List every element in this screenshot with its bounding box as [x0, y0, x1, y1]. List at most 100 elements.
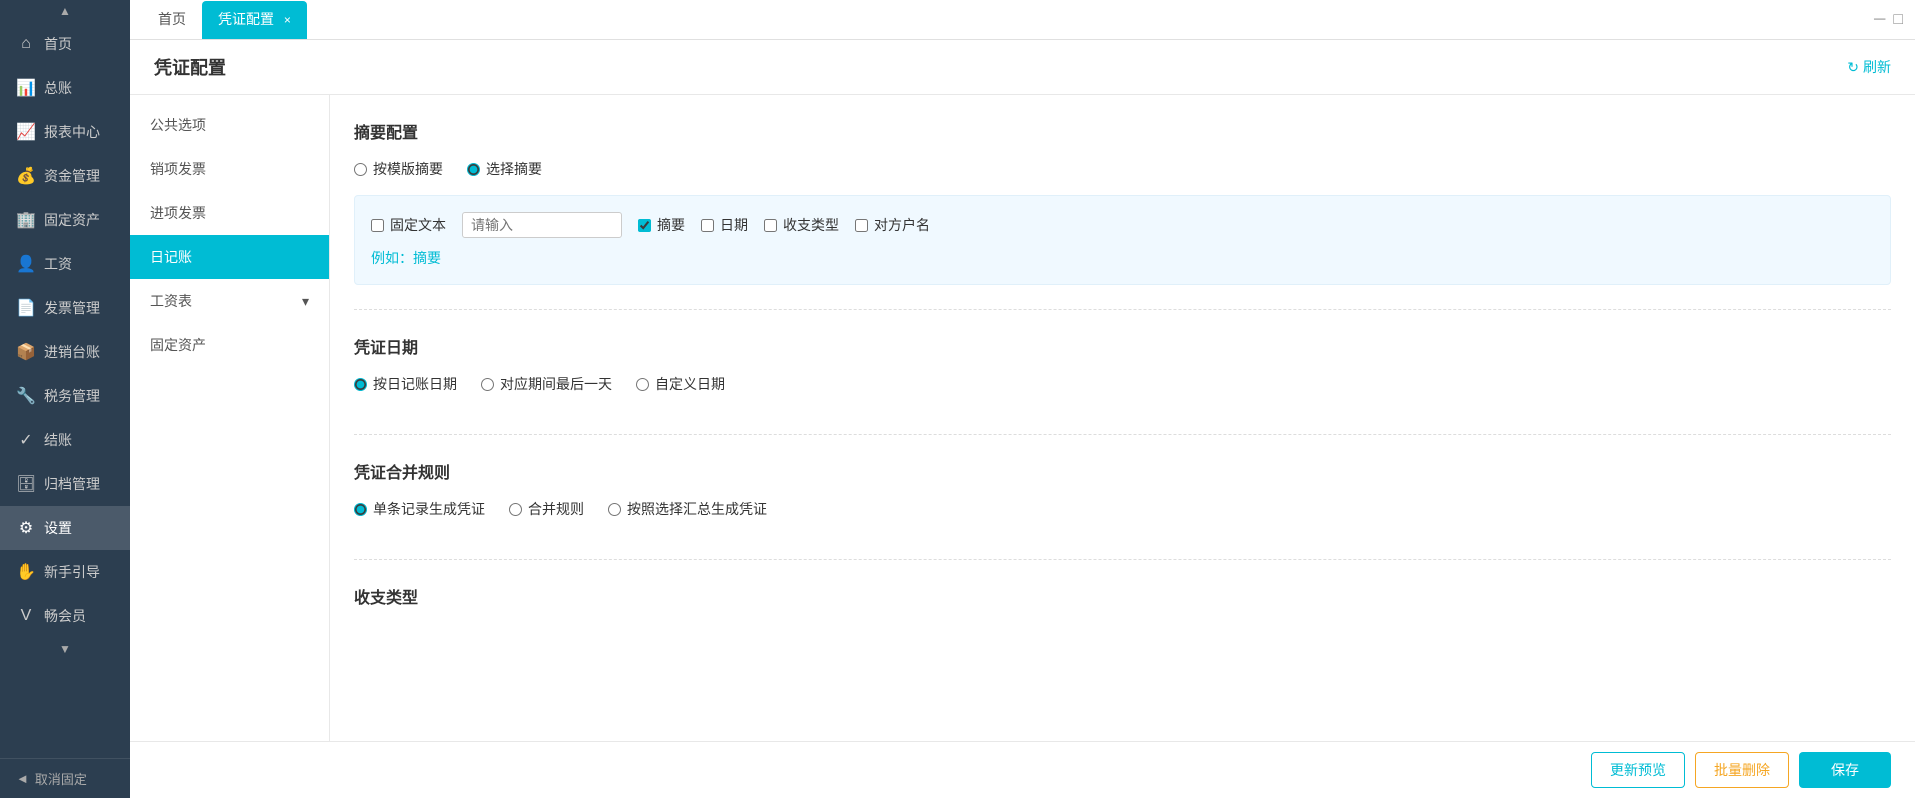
batch-delete-button[interactable]: 批量删除 — [1695, 752, 1789, 788]
chevron-down-icon: ▾ — [302, 293, 309, 310]
left-nav-public[interactable]: 公共选项 — [130, 103, 329, 147]
main-layout: 公共选项 销项发票 进项发票 日记账 工资表 ▾ 固定资产 — [130, 95, 1915, 741]
refresh-button[interactable]: ↻ 刷新 — [1847, 57, 1891, 77]
merge-rules-title: 凭证合并规则 — [354, 459, 1891, 483]
report-icon: 📈 — [16, 122, 36, 142]
close-accounts-icon: ✓ — [16, 430, 36, 450]
left-nav-payroll-table[interactable]: 工资表 ▾ — [130, 279, 329, 323]
voucher-date-title: 凭证日期 — [354, 334, 1891, 358]
guide-icon: ✋ — [16, 562, 36, 582]
window-restore-icon[interactable]: □ — [1893, 11, 1903, 29]
summary-select-radio[interactable] — [467, 163, 480, 176]
left-nav: 公共选项 销项发票 进项发票 日记账 工资表 ▾ 固定资产 — [130, 95, 330, 741]
summary-select-option[interactable]: 选择摘要 — [467, 159, 542, 179]
fixed-text-checkbox[interactable] — [371, 219, 384, 232]
settings-icon: ⚙ — [16, 518, 36, 538]
page-title: 凭证配置 — [154, 54, 226, 80]
summary-section-title: 摘要配置 — [354, 119, 1891, 143]
merge-rule-radio[interactable] — [509, 503, 522, 516]
sidebar-item-settings[interactable]: ⚙ 设置 — [0, 506, 130, 550]
sidebar-item-guide[interactable]: ✋ 新手引导 — [0, 550, 130, 594]
pin-icon: ◄ — [16, 771, 29, 786]
income-type-title: 收支类型 — [354, 584, 1891, 608]
sidebar-item-purchase[interactable]: 📦 进销台账 — [0, 330, 130, 374]
summary-example: 例如：摘要 — [371, 248, 1874, 268]
merge-rules-radio-group: 单条记录生成凭证 合并规则 按照选择汇总生成凭证 — [354, 499, 1891, 519]
summary-config-box: 固定文本 摘要 日期 — [354, 195, 1891, 285]
sidebar-item-fund[interactable]: 💰 资金管理 — [0, 154, 130, 198]
left-nav-sales[interactable]: 销项发票 — [130, 147, 329, 191]
last-day-option[interactable]: 对应期间最后一天 — [481, 374, 612, 394]
single-record-radio[interactable] — [354, 503, 367, 516]
sidebar-item-archive[interactable]: 🗄 归档管理 — [0, 462, 130, 506]
left-nav-journal[interactable]: 日记账 — [130, 235, 329, 279]
payroll-icon: 👤 — [16, 254, 36, 274]
summary-checkbox-row: 固定文本 摘要 日期 — [371, 212, 1874, 238]
abstract-checkbox[interactable] — [638, 219, 651, 232]
income-type-option[interactable]: 收支类型 — [764, 215, 839, 235]
tab-bar: 首页 凭证配置 × ─ □ — [130, 0, 1915, 40]
summary-generate-option[interactable]: 按照选择汇总生成凭证 — [608, 499, 767, 519]
counterparty-checkbox[interactable] — [855, 219, 868, 232]
vip-icon: V — [16, 607, 36, 625]
fixed-text-input[interactable] — [462, 212, 622, 238]
sidebar: ▲ ⌂ 首页 📊 总账 📈 报表中心 💰 资金管理 🏢 固定资产 👤 工资 📄 … — [0, 0, 130, 798]
summary-section: 摘要配置 按模版摘要 选择摘要 — [354, 119, 1891, 310]
bottom-bar: 更新预览 批量删除 保存 — [130, 741, 1915, 798]
left-nav-purchase-invoice[interactable]: 进项发票 — [130, 191, 329, 235]
page-header: 凭证配置 ↻ 刷新 — [130, 40, 1915, 95]
single-record-option[interactable]: 单条记录生成凭证 — [354, 499, 485, 519]
summary-template-radio[interactable] — [354, 163, 367, 176]
invoice-icon: 📄 — [16, 298, 36, 318]
update-preview-button[interactable]: 更新预览 — [1591, 752, 1685, 788]
content-area: 凭证配置 ↻ 刷新 公共选项 销项发票 进项发票 日记账 — [130, 40, 1915, 798]
home-icon: ⌂ — [16, 35, 36, 53]
custom-date-option[interactable]: 自定义日期 — [636, 374, 725, 394]
summary-generate-radio[interactable] — [608, 503, 621, 516]
tab-close-button[interactable]: × — [284, 13, 291, 27]
purchase-icon: 📦 — [16, 342, 36, 362]
income-type-checkbox[interactable] — [764, 219, 777, 232]
sidebar-item-home[interactable]: ⌂ 首页 — [0, 22, 130, 66]
sidebar-item-tax[interactable]: 🔧 税务管理 — [0, 374, 130, 418]
date-option[interactable]: 日期 — [701, 215, 748, 235]
fixed-text-option[interactable]: 固定文本 — [371, 215, 446, 235]
merge-rule-option[interactable]: 合并规则 — [509, 499, 584, 519]
sidebar-item-close[interactable]: ✓ 结账 — [0, 418, 130, 462]
tab-voucher-config[interactable]: 凭证配置 × — [202, 1, 307, 39]
main-area: 首页 凭证配置 × ─ □ 凭证配置 ↻ 刷新 公共选项 — [130, 0, 1915, 798]
sidebar-item-report[interactable]: 📈 报表中心 — [0, 110, 130, 154]
sidebar-item-ledger[interactable]: 📊 总账 — [0, 66, 130, 110]
abstract-option[interactable]: 摘要 — [638, 215, 685, 235]
fund-icon: 💰 — [16, 166, 36, 186]
ledger-icon: 📊 — [16, 78, 36, 98]
sidebar-scroll-up[interactable]: ▲ — [0, 0, 130, 22]
voucher-date-section: 凭证日期 按日记账日期 对应期间最后一天 自定义日期 — [354, 334, 1891, 435]
tab-home[interactable]: 首页 — [142, 1, 202, 39]
journal-date-radio[interactable] — [354, 378, 367, 391]
date-checkbox[interactable] — [701, 219, 714, 232]
tax-icon: 🔧 — [16, 386, 36, 406]
sidebar-item-vip[interactable]: V 畅会员 — [0, 594, 130, 638]
sidebar-item-asset[interactable]: 🏢 固定资产 — [0, 198, 130, 242]
right-content: 摘要配置 按模版摘要 选择摘要 — [330, 95, 1915, 741]
voucher-date-radio-group: 按日记账日期 对应期间最后一天 自定义日期 — [354, 374, 1891, 394]
sidebar-scroll-down[interactable]: ▼ — [0, 638, 130, 660]
income-type-section: 收支类型 — [354, 584, 1891, 648]
asset-icon: 🏢 — [16, 210, 36, 230]
sidebar-unpin-button[interactable]: ◄ 取消固定 — [0, 758, 130, 798]
save-button[interactable]: 保存 — [1799, 752, 1891, 788]
sidebar-item-invoice[interactable]: 📄 发票管理 — [0, 286, 130, 330]
journal-date-option[interactable]: 按日记账日期 — [354, 374, 457, 394]
sidebar-item-payroll[interactable]: 👤 工资 — [0, 242, 130, 286]
left-nav-fixed-asset[interactable]: 固定资产 — [130, 323, 329, 367]
custom-date-radio[interactable] — [636, 378, 649, 391]
refresh-icon: ↻ — [1847, 59, 1859, 76]
archive-icon: 🗄 — [16, 474, 36, 494]
tab-controls: ─ □ — [1874, 11, 1903, 29]
summary-template-option[interactable]: 按模版摘要 — [354, 159, 443, 179]
counterparty-option[interactable]: 对方户名 — [855, 215, 930, 235]
window-minimize-icon[interactable]: ─ — [1874, 11, 1885, 29]
last-day-radio[interactable] — [481, 378, 494, 391]
summary-radio-group: 按模版摘要 选择摘要 — [354, 159, 1891, 179]
